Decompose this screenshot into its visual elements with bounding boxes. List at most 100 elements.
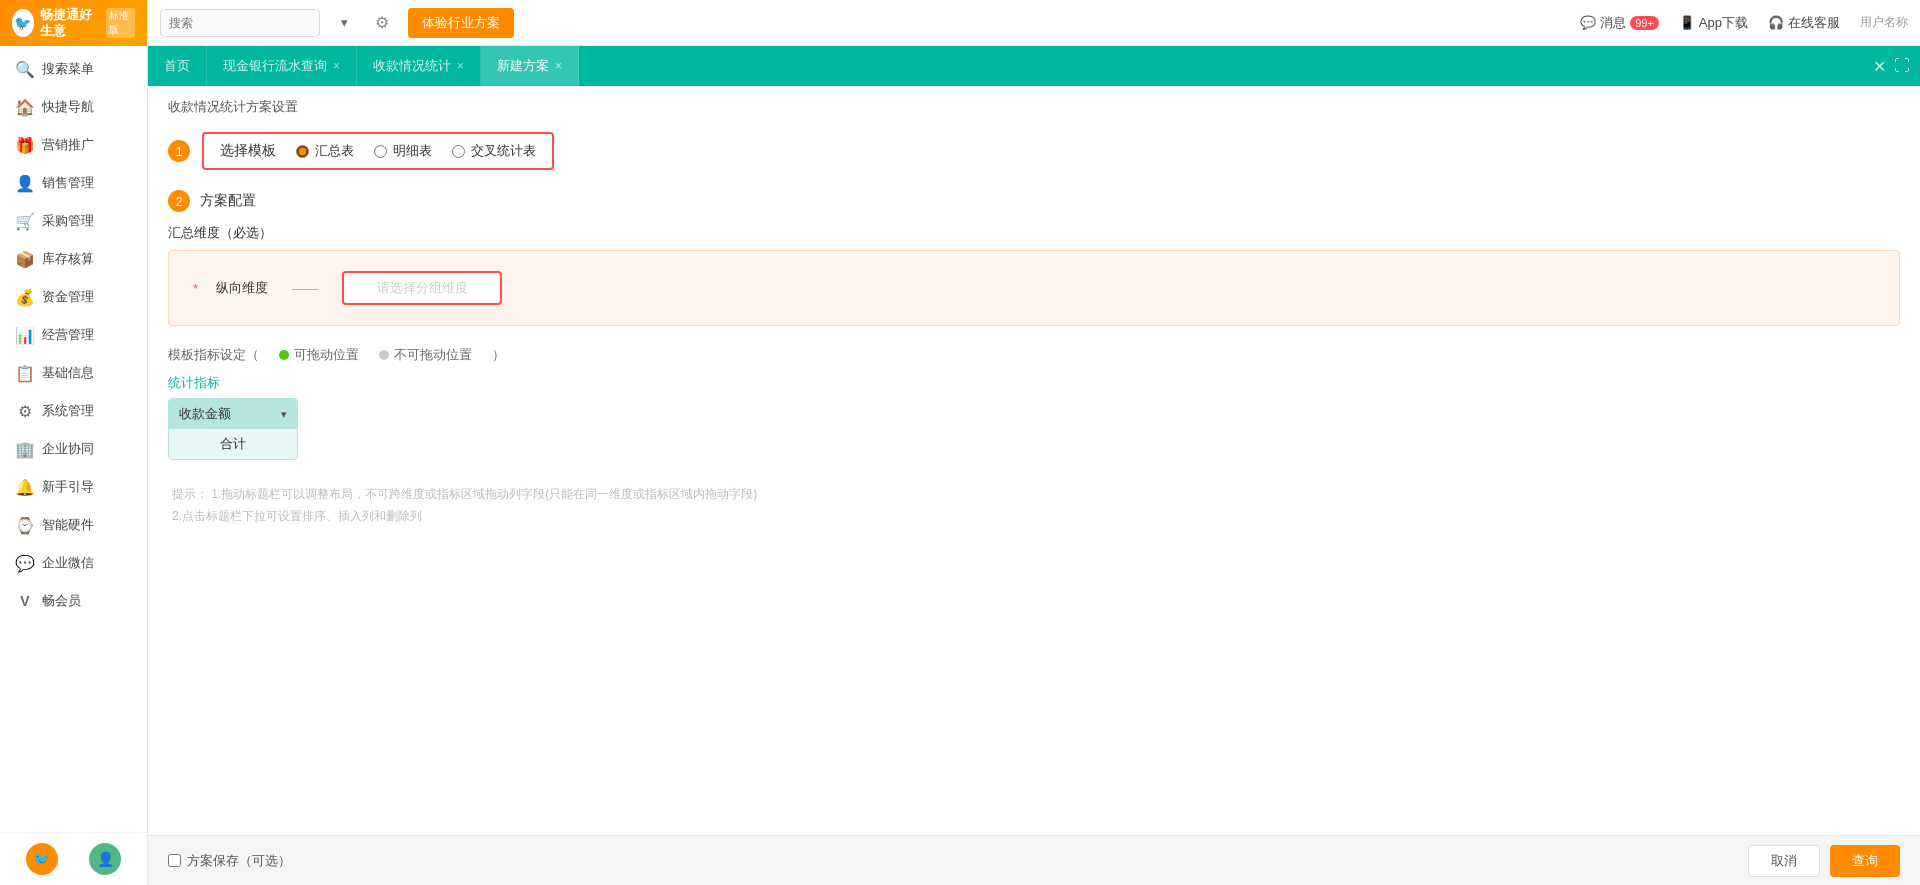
sidebar-item-vip[interactable]: V 畅会员 (0, 582, 147, 620)
bottom-actions: 取消 查询 (1748, 845, 1900, 877)
content-area: 收款情况统计方案设置 1 选择模板 汇总表 明细表 (148, 86, 1920, 885)
tab-home-label: 首页 (164, 57, 190, 75)
gift-icon: 🎁 (16, 136, 34, 154)
sidebar-item-management-label: 经营管理 (42, 326, 94, 344)
metrics-label-close: ） (492, 346, 505, 364)
sidebar-item-hardware-label: 智能硬件 (42, 516, 94, 534)
dimension-arrow: —— (292, 281, 318, 296)
sidebar-item-finance[interactable]: 💰 资金管理 (0, 278, 147, 316)
metrics-header: 统计指标 (168, 374, 1900, 392)
tabbar: 首页 现金银行流水查询 × 收款情况统计 × 新建方案 × ✕ ⛶ (148, 46, 1920, 86)
radio-summary-input[interactable] (296, 145, 309, 158)
tab-home[interactable]: 首页 (148, 46, 207, 86)
trial-button[interactable]: 体验行业方案 (408, 8, 514, 38)
online-service-label: 在线客服 (1788, 14, 1840, 32)
sidebar: 🐦 畅捷通好生意 标准版 🔍 搜索菜单 🏠 快捷导航 🎁 营销推广 👤 销售管理… (0, 0, 148, 885)
query-button[interactable]: 查询 (1830, 845, 1900, 877)
tab-newplan[interactable]: 新建方案 × (481, 46, 579, 86)
metrics-label-row: 模板指标设定（ 可拖动位置 不可拖动位置 ） (168, 346, 1900, 364)
sidebar-item-weixin-label: 企业微信 (42, 554, 94, 572)
sidebar-item-guide[interactable]: 🔔 新手引导 (0, 468, 147, 506)
sidebar-item-cooperation[interactable]: 🏢 企业协同 (0, 430, 147, 468)
online-service-item[interactable]: 🎧 在线客服 (1768, 14, 1840, 32)
search-dropdown-icon[interactable]: ▾ (332, 11, 356, 35)
vip-icon: V (16, 592, 34, 610)
sidebar-item-sales[interactable]: 👤 销售管理 (0, 164, 147, 202)
step2-title-row: 2 方案配置 (168, 190, 1900, 212)
page-container: 收款情况统计方案设置 1 选择模板 汇总表 明细表 (148, 86, 1920, 835)
step2-section: 2 方案配置 汇总维度（必选） * 纵向维度 —— 请选择分组维度 (168, 190, 1900, 527)
tab-newplan-close[interactable]: × (555, 59, 562, 73)
template-selector-box: 选择模板 汇总表 明细表 交叉统计表 (202, 132, 554, 170)
radio-cross[interactable]: 交叉统计表 (452, 142, 536, 160)
message-icon: 💬 (1580, 15, 1596, 30)
dimension-select-button[interactable]: 请选择分组维度 (342, 271, 502, 305)
tab-cashflow-close[interactable]: × (333, 59, 340, 73)
tab-collection-label: 收款情况统计 (373, 57, 451, 75)
step2-title: 方案配置 (200, 192, 256, 210)
sidebar-item-management[interactable]: 📊 经营管理 (0, 316, 147, 354)
sidebar-item-system[interactable]: ⚙ 系统管理 (0, 392, 147, 430)
radio-detail-input[interactable] (374, 145, 387, 158)
sidebar-item-basics-label: 基础信息 (42, 364, 94, 382)
save-checkbox-label: 方案保存（可选） (187, 852, 291, 870)
cart-icon: 🛒 (16, 212, 34, 230)
sidebar-item-marketing[interactable]: 🎁 营销推广 (0, 126, 147, 164)
settings-icon[interactable]: ⚙ (368, 9, 396, 37)
sidebar-item-purchase[interactable]: 🛒 采购管理 (0, 202, 147, 240)
sidebar-item-weixin[interactable]: 💬 企业微信 (0, 544, 147, 582)
app-download-label: App下载 (1699, 14, 1748, 32)
metrics-section: 模板指标设定（ 可拖动位置 不可拖动位置 ） (168, 346, 1900, 460)
notification-item[interactable]: 💬 消息 99+ (1580, 14, 1659, 32)
sidebar-bottom-icon-left[interactable]: 🐦 (26, 843, 58, 875)
tab-cashflow[interactable]: 现金银行流水查询 × (207, 46, 357, 86)
sidebar-item-purchase-label: 采购管理 (42, 212, 94, 230)
sidebar-item-basics[interactable]: 📋 基础信息 (0, 354, 147, 392)
draggable-dot (279, 350, 289, 360)
sidebar-item-quicknav[interactable]: 🏠 快捷导航 (0, 88, 147, 126)
tab-collection[interactable]: 收款情况统计 × (357, 46, 481, 86)
dimension-section: 汇总维度（必选） * 纵向维度 —— 请选择分组维度 (168, 224, 1900, 326)
metric-card: 收款金额 ▾ 合计 (168, 398, 298, 460)
list-icon: 📋 (16, 364, 34, 382)
cancel-button[interactable]: 取消 (1748, 845, 1820, 877)
sidebar-item-cooperation-label: 企业协同 (42, 440, 94, 458)
page-header: 收款情况统计方案设置 (148, 86, 1920, 116)
save-checkbox[interactable]: 方案保存（可选） (168, 852, 291, 870)
money-icon: 💰 (16, 288, 34, 306)
tab-collection-close[interactable]: × (457, 59, 464, 73)
step1-row: 1 选择模板 汇总表 明细表 交叉统计表 (168, 132, 1900, 170)
metric-dropdown-icon[interactable]: ▾ (281, 408, 287, 421)
tabbar-actions: ✕ ⛶ (1863, 46, 1920, 86)
sidebar-item-inventory[interactable]: 📦 库存核算 (0, 240, 147, 278)
metric-card-header: 收款金额 ▾ (169, 399, 297, 429)
sidebar-item-quicknav-label: 快捷导航 (42, 98, 94, 116)
app-download-item[interactable]: 📱 App下载 (1679, 14, 1748, 32)
headset-icon: 🎧 (1768, 15, 1784, 30)
sidebar-item-search[interactable]: 🔍 搜索菜单 (0, 50, 147, 88)
tab-cashflow-label: 现金银行流水查询 (223, 57, 327, 75)
radio-cross-input[interactable] (452, 145, 465, 158)
required-star: * (193, 281, 198, 296)
draggable-label: 可拖动位置 (294, 346, 359, 364)
maximize-icon[interactable]: ⛶ (1894, 57, 1910, 75)
sidebar-item-hardware[interactable]: ⌚ 智能硬件 (0, 506, 147, 544)
watch-icon: ⌚ (16, 516, 34, 534)
non-draggable-label: 不可拖动位置 (394, 346, 472, 364)
user-name[interactable]: 用户名称 (1860, 14, 1908, 31)
chat-icon: 💬 (16, 554, 34, 572)
sidebar-bottom-icon-right[interactable]: 👤 (89, 843, 121, 875)
sidebar-logo: 🐦 畅捷通好生意 标准版 (0, 0, 147, 46)
tips-line2: 2.点击标题栏下拉可设置排序、插入列和删除列 (172, 506, 1896, 528)
radio-detail[interactable]: 明细表 (374, 142, 432, 160)
building-icon: 🏢 (16, 440, 34, 458)
radio-summary[interactable]: 汇总表 (296, 142, 354, 160)
save-checkbox-input[interactable] (168, 854, 181, 867)
page-body: 1 选择模板 汇总表 明细表 交叉统计表 (148, 116, 1920, 543)
search-input[interactable] (160, 9, 320, 37)
sidebar-item-inventory-label: 库存核算 (42, 250, 94, 268)
main-area: ▾ ⚙ 体验行业方案 💬 消息 99+ 📱 App下载 🎧 在线客服 用户名称 … (148, 0, 1920, 885)
step2-badge: 2 (168, 190, 190, 212)
close-window-icon[interactable]: ✕ (1873, 57, 1886, 76)
draggable-toggle: 可拖动位置 (279, 346, 359, 364)
